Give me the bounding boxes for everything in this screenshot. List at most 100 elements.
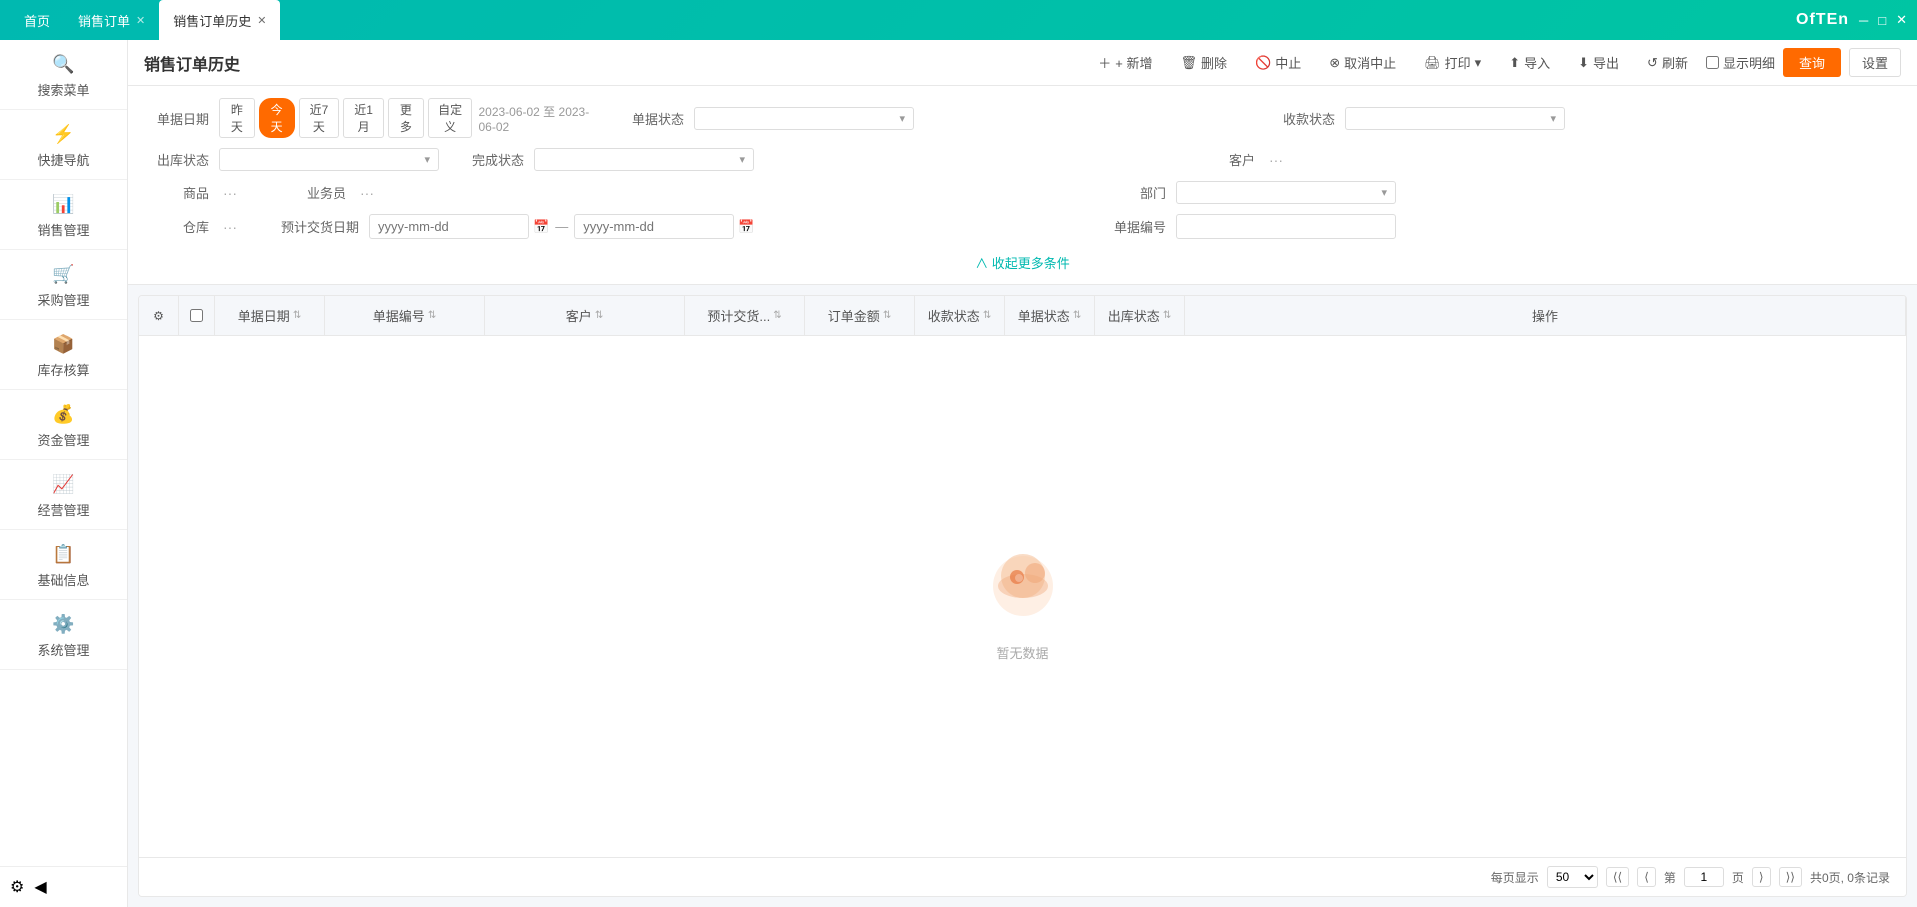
- print-icon: 🖨: [1424, 55, 1441, 71]
- date-btn-custom[interactable]: 自定义: [428, 98, 473, 138]
- date-btn-today[interactable]: 今天: [259, 98, 295, 138]
- dept-select[interactable]: ▾: [1176, 181, 1396, 204]
- export-button[interactable]: ⬇ 导出: [1568, 49, 1629, 76]
- page-prev-btn[interactable]: ⟨: [1637, 867, 1656, 887]
- sidebar-label-fund-mgmt: 资金管理: [37, 430, 89, 449]
- sidebar-item-sales-mgmt[interactable]: 📊 销售管理: [0, 180, 127, 250]
- cancel-stop-button[interactable]: ⊗ 取消中止: [1319, 49, 1406, 76]
- window-minimize[interactable]: ─: [1859, 13, 1868, 28]
- bill-status-group: 单据状态 ▾: [619, 107, 1250, 130]
- delivery-start-input[interactable]: [369, 214, 529, 239]
- tab-sales-order-history[interactable]: 销售订单历史 ✕: [159, 0, 280, 40]
- salesman-ellipsis-btn[interactable]: ···: [356, 185, 378, 201]
- import-button[interactable]: ⬆ 导入: [1499, 49, 1560, 76]
- sidebar-item-business-mgmt[interactable]: 📈 经营管理: [0, 460, 127, 530]
- th-bill-no[interactable]: 单据编号 ⇅: [325, 296, 485, 336]
- delivery-end-input[interactable]: [574, 214, 734, 239]
- empty-illustration: [973, 531, 1073, 631]
- delivery-date-label: 预计交货日期: [281, 217, 369, 236]
- sidebar-item-fund-mgmt[interactable]: 💰 资金管理: [0, 390, 127, 460]
- date-btn-more[interactable]: 更多: [388, 98, 424, 138]
- filter-row-2: 出库状态 ▾ 完成状态 ▾ 客户 ···: [144, 148, 1901, 171]
- page-input[interactable]: [1684, 867, 1724, 887]
- date-btn-1month[interactable]: 近1月: [343, 98, 384, 138]
- sidebar-collapse-icon[interactable]: ◀: [34, 877, 46, 897]
- th-out-status[interactable]: 出库状态 ⇅: [1095, 296, 1185, 336]
- content-area: 销售订单历史 ＋ + 新增 🗑 删除 🚫 中止 ⊗ 取消中止: [128, 40, 1917, 907]
- filter-row-4: 仓库 ··· 预计交货日期 📅 — 📅 单据编号: [144, 214, 1901, 239]
- out-status-select[interactable]: ▾: [219, 148, 439, 171]
- sort-bill-status-icon: ⇅: [1073, 310, 1081, 321]
- topbar-right: OfTEn ─ □ ✕: [1796, 11, 1907, 29]
- system-mgmt-icon: ⚙️: [52, 614, 74, 635]
- th-customer[interactable]: 客户 ⇅: [485, 296, 685, 336]
- close-sales-order-tab[interactable]: ✕: [136, 14, 145, 27]
- sidebar-item-search-menu[interactable]: 🔍 搜索菜单: [0, 40, 127, 110]
- sidebar-item-quick-nav[interactable]: ⚡ 快捷导航: [0, 110, 127, 180]
- complete-status-select[interactable]: ▾: [534, 148, 754, 171]
- th-settings[interactable]: ⚙: [139, 296, 179, 336]
- date-buttons: 昨天 今天 近7天 近1月 更多 自定义: [219, 98, 472, 138]
- customer-group: 客户 ···: [1190, 150, 1901, 169]
- show-detail-checkbox[interactable]: [1706, 56, 1719, 69]
- close-sales-order-history-tab[interactable]: ✕: [257, 14, 266, 27]
- empty-state: 暂无数据: [973, 531, 1073, 662]
- tab-home[interactable]: 首页: [10, 0, 64, 40]
- warehouse-ellipsis-btn[interactable]: ···: [219, 219, 241, 235]
- sidebar-item-basic-info[interactable]: 📋 基础信息: [0, 530, 127, 600]
- settings-button[interactable]: 设置: [1849, 48, 1901, 77]
- dept-group: 部门 ▾: [1101, 181, 1901, 204]
- delivery-end-calendar-icon[interactable]: 📅: [738, 219, 754, 235]
- show-detail-checkbox-label[interactable]: 显示明细: [1706, 53, 1775, 72]
- window-close[interactable]: ✕: [1896, 12, 1907, 28]
- window-maximize[interactable]: □: [1878, 13, 1886, 28]
- delete-button[interactable]: 🗑 删除: [1170, 49, 1237, 76]
- bill-number-input[interactable]: [1176, 214, 1396, 239]
- th-bill-status[interactable]: 单据状态 ⇅: [1005, 296, 1095, 336]
- th-amount[interactable]: 订单金额 ⇅: [805, 296, 915, 336]
- purchase-mgmt-icon: 🛒: [52, 264, 74, 285]
- date-btn-7days[interactable]: 近7天: [299, 98, 340, 138]
- sort-out-icon: ⇅: [1163, 310, 1171, 321]
- sidebar-item-stock-mgmt[interactable]: 📦 库存核算: [0, 320, 127, 390]
- page-last-btn[interactable]: ⟩⟩: [1779, 867, 1802, 887]
- bill-status-chevron-icon: ▾: [899, 112, 905, 125]
- collapse-bar[interactable]: ∧ 收起更多条件: [144, 249, 1901, 272]
- new-button[interactable]: ＋ + 新增: [1088, 49, 1162, 76]
- sales-mgmt-icon: 📊: [52, 194, 74, 215]
- customer-label: 客户: [1190, 150, 1265, 169]
- print-button[interactable]: 🖨 打印 ▾: [1414, 49, 1491, 76]
- select-all-checkbox[interactable]: [190, 309, 203, 322]
- sidebar-item-system-mgmt[interactable]: ⚙️ 系统管理: [0, 600, 127, 670]
- bill-number-label: 单据编号: [1101, 217, 1176, 236]
- delivery-start-calendar-icon[interactable]: 📅: [533, 219, 549, 235]
- sort-customer-icon: ⇅: [595, 310, 603, 321]
- query-button[interactable]: 查询: [1783, 48, 1841, 77]
- per-page-select[interactable]: 50 20 100 200: [1547, 866, 1598, 888]
- table-area: ⚙ 单据日期 ⇅ 单据编号 ⇅ 客户 ⇅ 预计交货...: [138, 295, 1907, 897]
- th-date[interactable]: 单据日期 ⇅: [215, 296, 325, 336]
- sidebar-item-purchase-mgmt[interactable]: 🛒 采购管理: [0, 250, 127, 320]
- receipt-status-select[interactable]: ▾: [1345, 107, 1565, 130]
- goods-ellipsis-btn[interactable]: ···: [219, 185, 241, 201]
- stop-button[interactable]: 🚫 中止: [1245, 49, 1311, 76]
- date-btn-yesterday[interactable]: 昨天: [219, 98, 255, 138]
- th-delivery[interactable]: 预计交货... ⇅: [685, 296, 805, 336]
- date-range-text: 2023-06-02 至 2023-06-02: [478, 103, 599, 134]
- empty-text: 暂无数据: [996, 643, 1048, 662]
- complete-status-chevron-icon: ▾: [739, 153, 745, 166]
- customer-ellipsis-btn[interactable]: ···: [1265, 152, 1287, 168]
- print-chevron-icon: ▾: [1475, 55, 1482, 71]
- receipt-status-chevron-icon: ▾: [1550, 112, 1556, 125]
- search-menu-icon: 🔍: [52, 54, 74, 75]
- sidebar-settings-icon[interactable]: ⚙: [10, 877, 24, 897]
- sidebar-label-quick-nav: 快捷导航: [37, 150, 89, 169]
- delivery-dash: —: [555, 219, 568, 234]
- refresh-button[interactable]: ↺ 刷新: [1637, 49, 1698, 76]
- stock-mgmt-icon: 📦: [52, 334, 74, 355]
- bill-status-select[interactable]: ▾: [694, 107, 914, 130]
- th-receipt-status[interactable]: 收款状态 ⇅: [915, 296, 1005, 336]
- page-next-btn[interactable]: ⟩: [1752, 867, 1771, 887]
- tab-sales-order[interactable]: 销售订单 ✕: [64, 0, 159, 40]
- page-first-btn[interactable]: ⟨⟨: [1606, 867, 1629, 887]
